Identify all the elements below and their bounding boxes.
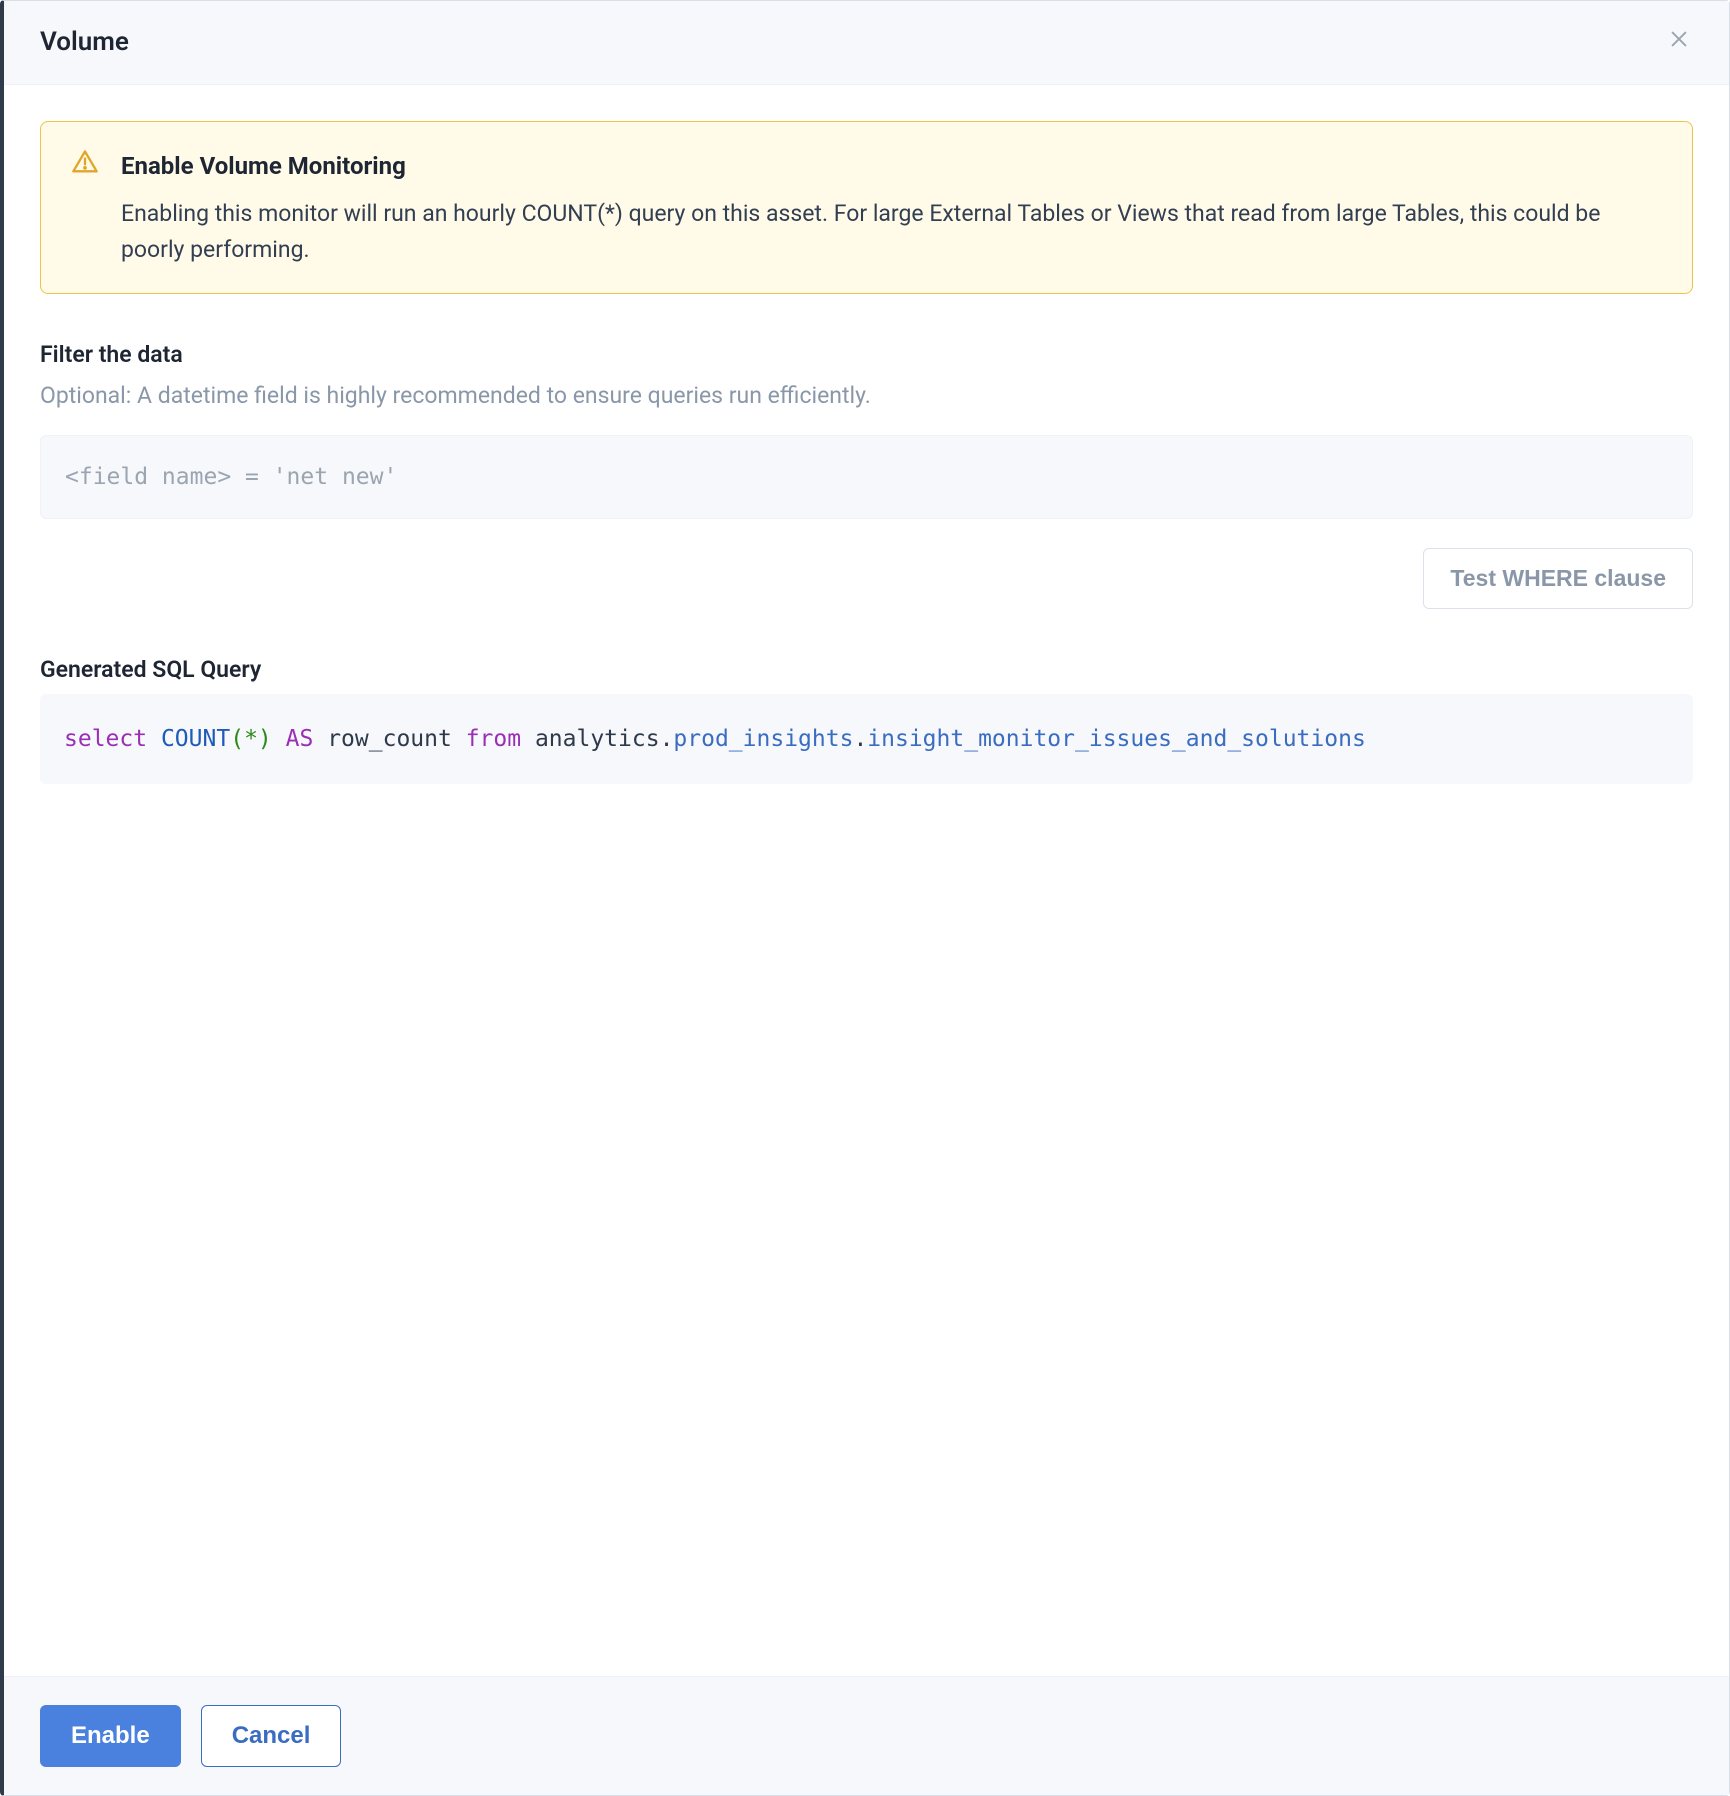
- volume-modal: Volume Enable Volume Monitoring Ena: [0, 0, 1730, 1796]
- enable-button[interactable]: Enable: [40, 1705, 181, 1767]
- test-where-clause-button[interactable]: Test WHERE clause: [1423, 548, 1693, 609]
- modal-footer: Enable Cancel: [4, 1676, 1729, 1795]
- sql-keyword-select: select: [64, 726, 147, 752]
- sql-dot2: .: [853, 726, 867, 752]
- close-icon: [1668, 28, 1690, 57]
- generated-sql-label: Generated SQL Query: [40, 653, 1693, 688]
- sql-lparen: (: [230, 726, 244, 752]
- cancel-button[interactable]: Cancel: [201, 1705, 342, 1767]
- sql-dot1: .: [660, 726, 674, 752]
- filter-label: Filter the data: [40, 338, 1693, 373]
- alert-content: Enable Volume Monitoring Enabling this m…: [121, 148, 1662, 267]
- modal-body: Enable Volume Monitoring Enabling this m…: [4, 85, 1729, 1676]
- warning-icon: [71, 148, 99, 267]
- warning-alert: Enable Volume Monitoring Enabling this m…: [40, 121, 1693, 294]
- sql-rparen: ): [258, 726, 272, 752]
- alert-title: Enable Volume Monitoring: [121, 148, 1662, 184]
- close-button[interactable]: [1665, 29, 1693, 57]
- alert-description: Enabling this monitor will run an hourly…: [121, 196, 1662, 267]
- modal-header: Volume: [4, 1, 1729, 85]
- where-clause-input[interactable]: [40, 435, 1693, 519]
- filter-sublabel: Optional: A datetime field is highly rec…: [40, 379, 1693, 414]
- sql-alias: row_count: [327, 726, 452, 752]
- test-row: Test WHERE clause: [40, 548, 1693, 609]
- sql-keyword-count: COUNT: [161, 726, 230, 752]
- sql-schema: prod_insights: [673, 726, 853, 752]
- sql-keyword-as: AS: [286, 726, 314, 752]
- modal-title: Volume: [40, 23, 129, 62]
- sql-table: insight_monitor_issues_and_solutions: [867, 726, 1366, 752]
- sql-star: *: [244, 726, 258, 752]
- generated-sql-block: select COUNT(*) AS row_count from analyt…: [40, 694, 1693, 785]
- sql-keyword-from: from: [466, 726, 521, 752]
- sql-db: analytics: [535, 726, 660, 752]
